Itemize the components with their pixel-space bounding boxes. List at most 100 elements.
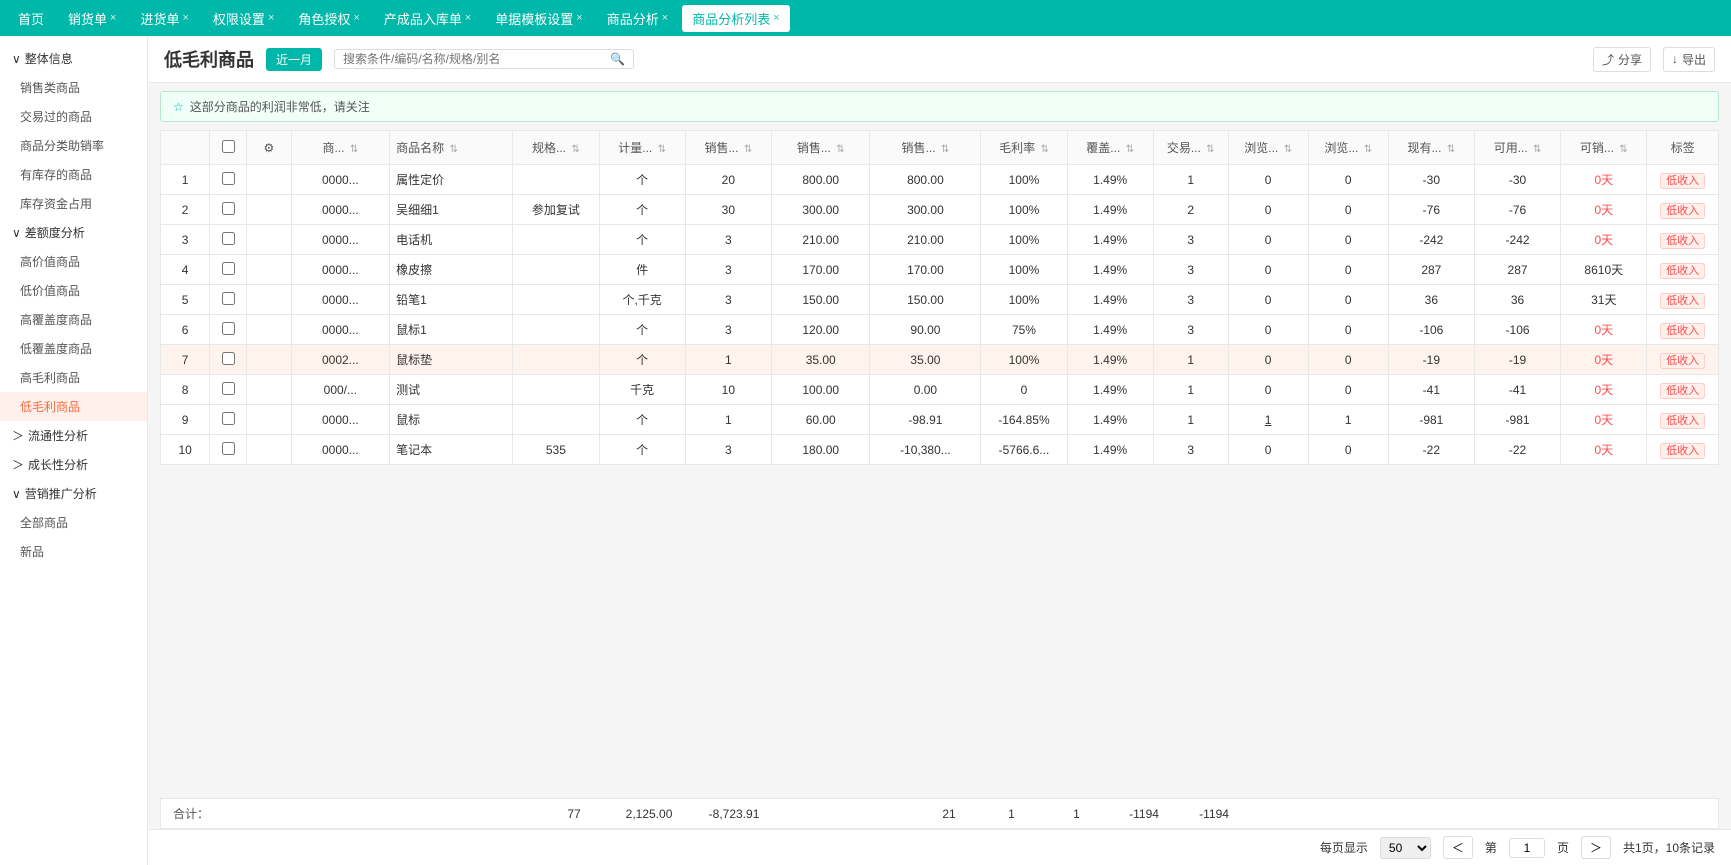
- cell-spec: [513, 225, 599, 255]
- nav-close-sales[interactable]: ×: [110, 12, 116, 24]
- row-checkbox-9[interactable]: [222, 442, 235, 455]
- th-available[interactable]: 可用... ⇅: [1474, 131, 1560, 165]
- view1-value: 0: [1265, 233, 1272, 247]
- th-unit[interactable]: 计量... ⇅: [599, 131, 685, 165]
- sidebar-group-overview[interactable]: ∨ 整体信息: [0, 44, 147, 73]
- nav-close-roles[interactable]: ×: [353, 12, 359, 24]
- th-saleable[interactable]: 可销... ⇅: [1561, 131, 1647, 165]
- th-current[interactable]: 现有... ⇅: [1388, 131, 1474, 165]
- cell-saleable: 0天: [1561, 405, 1647, 435]
- cell-num: 9: [161, 405, 210, 435]
- row-checkbox-7[interactable]: [222, 382, 235, 395]
- sidebar-item-stock-capital[interactable]: 库存资金占用: [0, 189, 147, 218]
- th-sales-amt[interactable]: 销售... ⇅: [771, 131, 870, 165]
- sidebar-item-new-goods[interactable]: 新品: [0, 537, 147, 566]
- cell-trade: 1: [1153, 405, 1228, 435]
- row-checkbox-2[interactable]: [222, 232, 235, 245]
- search-input[interactable]: [343, 52, 610, 66]
- row-checkbox-4[interactable]: [222, 292, 235, 305]
- cell-view2: 0: [1308, 345, 1388, 375]
- share-button[interactable]: ⤴ 分享: [1593, 47, 1651, 72]
- cell-sales-profit: 0.00: [870, 375, 981, 405]
- sidebar-group-growth[interactable]: ＞ 成长性分析: [0, 450, 147, 479]
- cell-gross-rate: -164.85%: [981, 405, 1067, 435]
- cell-spec: [513, 345, 599, 375]
- sidebar-item-all-goods[interactable]: 全部商品: [0, 508, 147, 537]
- row-checkbox-6[interactable]: [222, 352, 235, 365]
- sidebar-item-low-value[interactable]: 低价值商品: [0, 276, 147, 305]
- sidebar-item-sales-goods[interactable]: 销售类商品: [0, 73, 147, 102]
- next-page-btn[interactable]: ＞: [1581, 836, 1611, 859]
- th-settings[interactable]: ⚙: [247, 131, 291, 165]
- date-filter-button[interactable]: 近一月: [266, 48, 322, 71]
- sidebar-item-category-rate[interactable]: 商品分类助销率: [0, 131, 147, 160]
- tag-badge: 低收入: [1660, 443, 1705, 459]
- th-spec[interactable]: 规格... ⇅: [513, 131, 599, 165]
- th-sales-profit[interactable]: 销售... ⇅: [870, 131, 981, 165]
- nav-item-home[interactable]: 首页: [8, 5, 54, 32]
- select-all-checkbox[interactable]: [222, 140, 235, 153]
- search-icon[interactable]: 🔍: [610, 52, 625, 66]
- th-view2[interactable]: 浏览... ⇅: [1308, 131, 1388, 165]
- nav-close-product-stock[interactable]: ×: [465, 12, 471, 24]
- nav-item-roles[interactable]: 角色授权 ×: [288, 5, 369, 32]
- nav-close-goods-analysis[interactable]: ×: [662, 12, 668, 24]
- th-code[interactable]: 商... ⇅: [291, 131, 390, 165]
- cell-saleable: 8610天: [1561, 255, 1647, 285]
- nav-item-sales[interactable]: 销货单 ×: [58, 5, 126, 32]
- row-checkbox-8[interactable]: [222, 412, 235, 425]
- cell-name: 铅笔1: [390, 285, 513, 315]
- nav-item-goods-analysis[interactable]: 商品分析 ×: [597, 5, 678, 32]
- nav-item-permissions[interactable]: 权限设置 ×: [203, 5, 284, 32]
- th-sales-qty[interactable]: 销售... ⇅: [685, 131, 771, 165]
- th-view1[interactable]: 浏览... ⇅: [1228, 131, 1308, 165]
- cell-coverage: 1.49%: [1067, 345, 1153, 375]
- row-checkbox-1[interactable]: [222, 202, 235, 215]
- cell-view1: 0: [1228, 225, 1308, 255]
- export-button[interactable]: ↓ 导出: [1663, 47, 1715, 72]
- th-gross-rate[interactable]: 毛利率 ⇅: [981, 131, 1067, 165]
- th-tag[interactable]: 标签: [1647, 131, 1719, 165]
- view1-link[interactable]: 1: [1265, 413, 1272, 427]
- sidebar-item-low-coverage[interactable]: 低覆盖度商品: [0, 334, 147, 363]
- cell-empty: [247, 375, 291, 405]
- sidebar-item-low-margin[interactable]: 低毛利商品: [0, 392, 147, 421]
- nav-close-purchase[interactable]: ×: [182, 12, 188, 24]
- sidebar-item-high-coverage[interactable]: 高覆盖度商品: [0, 305, 147, 334]
- sidebar-item-traded-goods[interactable]: 交易过的商品: [0, 102, 147, 131]
- cell-checkbox: [210, 285, 247, 315]
- page-number-input[interactable]: [1509, 838, 1545, 858]
- cell-tag: 低收入: [1647, 165, 1719, 195]
- cell-coverage: 1.49%: [1067, 405, 1153, 435]
- sidebar-item-high-margin[interactable]: 高毛利商品: [0, 363, 147, 392]
- sidebar-item-high-value[interactable]: 高价值商品: [0, 247, 147, 276]
- th-name[interactable]: 商品名称 ⇅: [390, 131, 513, 165]
- row-checkbox-0[interactable]: [222, 172, 235, 185]
- nav-item-purchase[interactable]: 进货单 ×: [130, 5, 198, 32]
- th-trade[interactable]: 交易... ⇅: [1153, 131, 1228, 165]
- nav-item-template[interactable]: 单据模板设置 ×: [485, 5, 592, 32]
- per-page-select[interactable]: 50 20 100: [1380, 837, 1431, 859]
- nav-item-goods-analysis-list[interactable]: 商品分析列表 ×: [682, 5, 789, 32]
- nav-close-goods-analysis-list[interactable]: ×: [773, 12, 779, 24]
- cell-num: 10: [161, 435, 210, 465]
- sidebar-group-margin[interactable]: ∨ 差额度分析: [0, 218, 147, 247]
- cell-trade: 3: [1153, 315, 1228, 345]
- cell-num: 4: [161, 255, 210, 285]
- nav-close-template[interactable]: ×: [576, 12, 582, 24]
- sidebar-group-flow[interactable]: ＞ 流通性分析: [0, 421, 147, 450]
- nav-item-product-stock[interactable]: 产成品入库单 ×: [374, 5, 481, 32]
- sidebar-item-stock-goods[interactable]: 有库存的商品: [0, 160, 147, 189]
- row-checkbox-5[interactable]: [222, 322, 235, 335]
- cell-gross-rate: 75%: [981, 315, 1067, 345]
- row-checkbox-3[interactable]: [222, 262, 235, 275]
- cell-unit: 千克: [599, 375, 685, 405]
- tag-badge: 低收入: [1660, 233, 1705, 249]
- nav-close-permissions[interactable]: ×: [268, 12, 274, 24]
- prev-page-btn[interactable]: ＜: [1443, 836, 1473, 859]
- sidebar-group-marketing[interactable]: ∨ 营销推广分析: [0, 479, 147, 508]
- table-footer: 合计： 77 2,125.00 -8,723.91 21 1 1 -1194 -…: [160, 798, 1719, 829]
- th-coverage[interactable]: 覆盖... ⇅: [1067, 131, 1153, 165]
- cell-sales-profit: 150.00: [870, 285, 981, 315]
- cell-sales-qty: 3: [685, 225, 771, 255]
